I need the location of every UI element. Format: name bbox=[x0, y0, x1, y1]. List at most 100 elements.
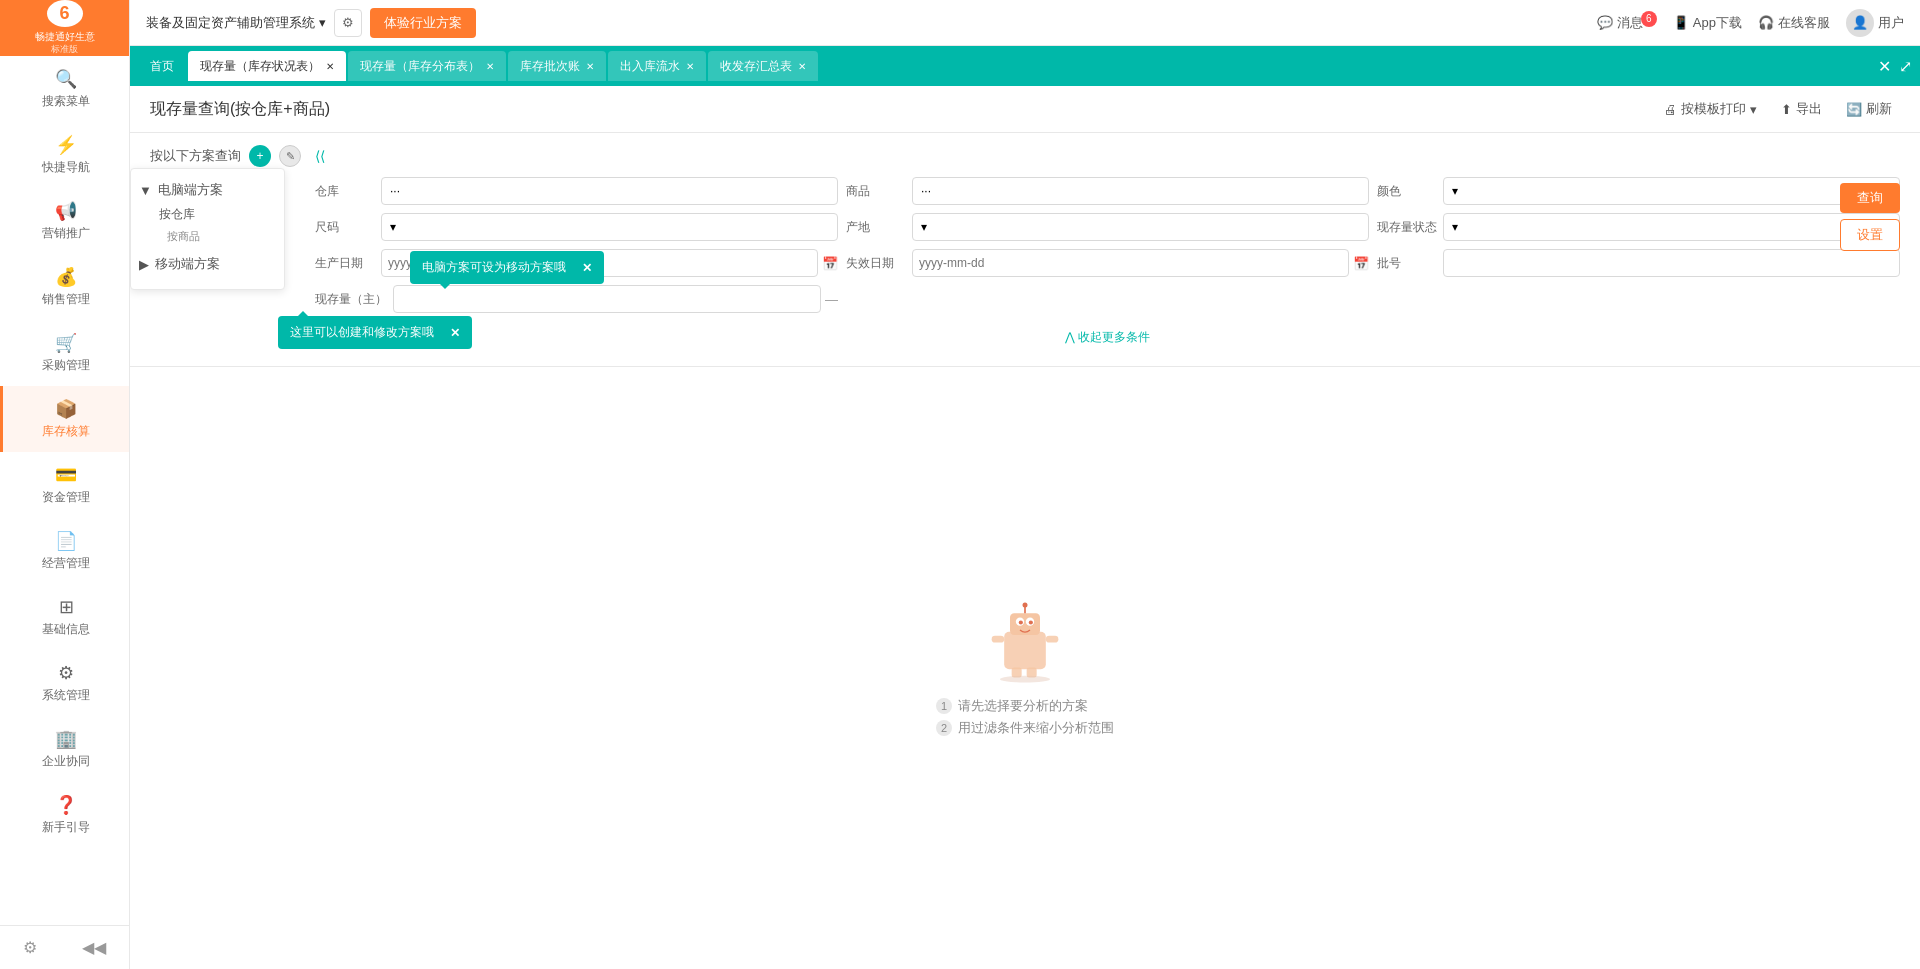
filter-header: 按以下方案查询 + ✎ ⟨⟨ bbox=[150, 145, 1900, 167]
print-button[interactable]: 🖨 按模板打印 ▾ bbox=[1656, 96, 1765, 122]
export-button[interactable]: ⬆ 导出 bbox=[1773, 96, 1830, 122]
tab-inventory-dist-close[interactable]: ✕ bbox=[486, 61, 494, 72]
tab-in-out-flow-close[interactable]: ✕ bbox=[686, 61, 694, 72]
sidebar-item-marketing[interactable]: 📢 营销推广 bbox=[0, 188, 129, 254]
gear-button[interactable]: ⚙ bbox=[334, 9, 362, 37]
tab-in-out-flow[interactable]: 出入库流水 ✕ bbox=[608, 51, 706, 81]
origin-select[interactable]: ▾ bbox=[912, 213, 1369, 241]
collapse-more-button[interactable]: ⋀ 收起更多条件 bbox=[315, 321, 1900, 354]
operation-icon: 📄 bbox=[55, 530, 77, 552]
prod-date-label: 生产日期 bbox=[315, 255, 375, 272]
sidebar-item-finance[interactable]: 💳 资金管理 bbox=[0, 452, 129, 518]
sidebar-item-purchase[interactable]: 🛒 采购管理 bbox=[0, 320, 129, 386]
brand-edition: 标准版 bbox=[51, 43, 78, 56]
pc-expand-icon: ▼ bbox=[139, 183, 152, 198]
sidebar-item-quick-nav[interactable]: ⚡ 快捷导航 bbox=[0, 122, 129, 188]
filter-row-4: 现存量（主） — bbox=[315, 285, 1900, 313]
pc-scheme-item-goods[interactable]: 按商品 bbox=[139, 226, 276, 247]
pc-scheme-group: ▼ 电脑端方案 按仓库 按商品 bbox=[139, 177, 276, 247]
sidebar-label-marketing: 营销推广 bbox=[42, 225, 90, 242]
expire-date-input[interactable] bbox=[912, 249, 1349, 277]
stock-main-field: 现存量（主） — bbox=[315, 285, 838, 313]
goods-select[interactable]: ··· bbox=[912, 177, 1369, 205]
mobile-scheme-header[interactable]: ▶ 移动端方案 bbox=[139, 251, 276, 277]
online-service-button[interactable]: 🎧 在线客服 bbox=[1758, 14, 1830, 32]
mobile-icon: 📱 bbox=[1673, 15, 1689, 30]
tip-text-1: 请先选择要分析的方案 bbox=[958, 697, 1088, 715]
settings-icon[interactable]: ⚙ bbox=[23, 938, 37, 957]
tab-fullscreen-icon[interactable]: ⤢ bbox=[1899, 57, 1912, 76]
refresh-button[interactable]: 🔄 刷新 bbox=[1838, 96, 1900, 122]
pc-scheme-header[interactable]: ▼ 电脑端方案 bbox=[139, 177, 276, 203]
size-label: 尺码 bbox=[315, 219, 375, 236]
tip-num-1: 1 bbox=[936, 698, 952, 714]
tab-batch-account-close[interactable]: ✕ bbox=[586, 61, 594, 72]
empty-illustration bbox=[975, 595, 1075, 685]
top-header: 装备及固定资产辅助管理系统 ▾ ⚙ 体验行业方案 💬 消息 6 📱 App下载 … bbox=[130, 0, 1920, 46]
color-select[interactable]: ▾ bbox=[1443, 177, 1900, 205]
sidebar-item-basic[interactable]: ⊞ 基础信息 bbox=[0, 584, 129, 650]
app-download-button[interactable]: 📱 App下载 bbox=[1673, 14, 1742, 32]
tooltip-add-close[interactable]: ✕ bbox=[582, 261, 592, 275]
tab-collect-summary[interactable]: 收发存汇总表 ✕ bbox=[708, 51, 818, 81]
svg-point-7 bbox=[1023, 603, 1028, 608]
size-select[interactable]: ▾ bbox=[381, 213, 838, 241]
filter-header-label: 按以下方案查询 bbox=[150, 147, 241, 165]
system-selector[interactable]: 装备及固定资产辅助管理系统 ▾ bbox=[146, 14, 326, 32]
scheme-arrow-button[interactable]: ⟨⟨ bbox=[309, 145, 331, 167]
sidebar-item-system[interactable]: ⚙ 系统管理 bbox=[0, 650, 129, 716]
sidebar: 6 畅捷通好生意 标准版 🔍 搜索菜单 ⚡ 快捷导航 📢 营销推广 💰 销售管理… bbox=[0, 0, 130, 969]
sidebar-item-enterprise[interactable]: 🏢 企业协同 bbox=[0, 716, 129, 782]
stock-status-dropdown-icon: ▾ bbox=[1452, 220, 1458, 234]
pc-scheme-item-warehouse[interactable]: 按仓库 bbox=[139, 203, 276, 226]
stock-status-label: 现存量状态 bbox=[1377, 219, 1437, 236]
add-scheme-button[interactable]: + bbox=[249, 145, 271, 167]
tab-inventory-dist[interactable]: 现存量（库存分布表） ✕ bbox=[348, 51, 506, 81]
stock-main-start[interactable] bbox=[393, 285, 821, 313]
sidebar-item-operation[interactable]: 📄 经营管理 bbox=[0, 518, 129, 584]
color-label: 颜色 bbox=[1377, 183, 1437, 200]
message-label: 消息 bbox=[1617, 14, 1643, 32]
user-avatar: 👤 bbox=[1846, 9, 1874, 37]
svg-rect-8 bbox=[992, 636, 1005, 643]
query-button[interactable]: 查询 bbox=[1840, 183, 1900, 213]
print-icon: 🖨 bbox=[1664, 102, 1677, 117]
stock-status-field: 现存量状态 ▾ bbox=[1377, 213, 1900, 241]
tab-home-label: 首页 bbox=[150, 58, 174, 75]
message-button[interactable]: 💬 消息 6 bbox=[1597, 14, 1657, 32]
tab-close-all-icon[interactable]: ✕ bbox=[1878, 57, 1891, 76]
color-field: 颜色 ▾ bbox=[1377, 177, 1900, 205]
empty-tip-2: 2 用过滤条件来缩小分析范围 bbox=[936, 719, 1114, 737]
stock-status-select[interactable]: ▾ bbox=[1443, 213, 1900, 241]
edit-scheme-button[interactable]: ✎ bbox=[279, 145, 301, 167]
message-badge: 6 bbox=[1641, 11, 1657, 27]
expire-date-cal-icon: 📅 bbox=[1353, 256, 1369, 271]
user-label: 用户 bbox=[1878, 14, 1904, 32]
tab-inventory-status-label: 现存量（库存状况表） bbox=[200, 58, 320, 75]
tab-inventory-status[interactable]: 现存量（库存状况表） ✕ bbox=[188, 51, 346, 81]
tab-home[interactable]: 首页 bbox=[138, 51, 186, 81]
goods-label: 商品 bbox=[846, 183, 906, 200]
sidebar-label-sales: 销售管理 bbox=[42, 291, 90, 308]
batch-label: 批号 bbox=[1377, 255, 1437, 272]
reset-button[interactable]: 设置 bbox=[1840, 219, 1900, 251]
tab-collect-summary-close[interactable]: ✕ bbox=[798, 61, 806, 72]
page-actions: 🖨 按模板打印 ▾ ⬆ 导出 🔄 刷新 bbox=[1656, 96, 1900, 122]
industry-button[interactable]: 体验行业方案 bbox=[370, 8, 476, 38]
finance-icon: 💳 bbox=[55, 464, 77, 486]
user-area[interactable]: 👤 用户 bbox=[1846, 9, 1904, 37]
tab-batch-account[interactable]: 库存批次账 ✕ bbox=[508, 51, 606, 81]
sidebar-item-inventory[interactable]: 📦 库存核算 bbox=[0, 386, 129, 452]
print-dropdown-icon: ▾ bbox=[1750, 102, 1757, 117]
warehouse-select[interactable]: ··· bbox=[381, 177, 838, 205]
tab-inventory-status-close[interactable]: ✕ bbox=[326, 61, 334, 72]
tooltip-edit-close[interactable]: ✕ bbox=[450, 326, 460, 340]
sidebar-item-sales[interactable]: 💰 销售管理 bbox=[0, 254, 129, 320]
sidebar-item-guide[interactable]: ❓ 新手引导 bbox=[0, 782, 129, 848]
batch-input[interactable] bbox=[1443, 249, 1900, 277]
collapse-icon[interactable]: ◀◀ bbox=[82, 938, 106, 957]
system-icon: ⚙ bbox=[58, 662, 74, 684]
sidebar-item-search-menu[interactable]: 🔍 搜索菜单 bbox=[0, 56, 129, 122]
brand-name: 畅捷通好生意 bbox=[35, 31, 95, 43]
enterprise-icon: 🏢 bbox=[55, 728, 77, 750]
